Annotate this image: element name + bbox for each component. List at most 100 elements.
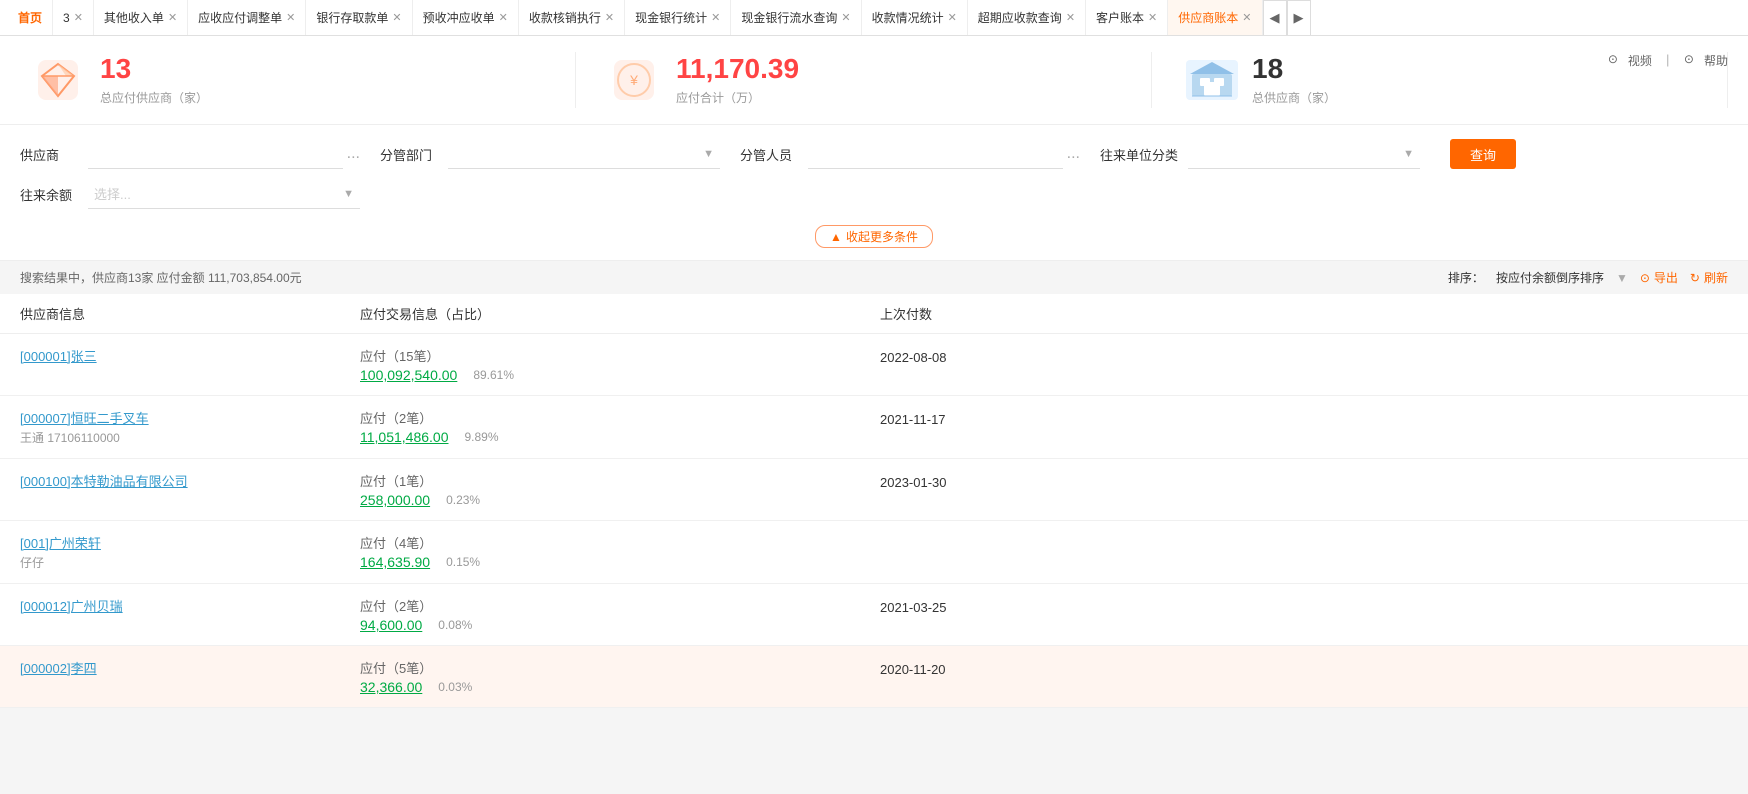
person-input[interactable] bbox=[808, 139, 1063, 169]
video-link[interactable]: 视频 bbox=[1628, 52, 1652, 69]
nav-tab-receipt-stat[interactable]: 收款情况统计 ✕ bbox=[862, 0, 968, 36]
nav-tab-prepay[interactable]: 预收冲应收单 ✕ bbox=[413, 0, 519, 36]
tab8-label: 现金银行流水查询 bbox=[741, 9, 837, 26]
tab12-close[interactable]: ✕ bbox=[1242, 11, 1251, 24]
tab8-close[interactable]: ✕ bbox=[841, 11, 850, 24]
nav-tab-customer-ledger[interactable]: 客户账本 ✕ bbox=[1086, 0, 1168, 36]
dept-label: 分管部门 bbox=[380, 145, 440, 164]
total-suppliers-icon bbox=[1182, 52, 1238, 108]
card2-number: 11,170.39 bbox=[676, 54, 799, 85]
supplier-link[interactable]: [000002]李四 bbox=[20, 661, 97, 676]
nav-prev-arrow[interactable]: ◀ bbox=[1263, 0, 1287, 36]
nav-tab-overdue[interactable]: 超期应收款查询 ✕ bbox=[968, 0, 1086, 36]
nav-tab-collection[interactable]: 收款核销执行 ✕ bbox=[519, 0, 625, 36]
tab1-close[interactable]: ✕ bbox=[74, 11, 83, 24]
table-row: [000007]恒旺二手叉车 王通 17106110000 应付（2笔） 11,… bbox=[0, 396, 1748, 459]
category-select[interactable]: ▼ bbox=[1188, 139, 1420, 169]
payable-suppliers-icon bbox=[30, 52, 86, 108]
collapse-button[interactable]: ▲ 收起更多条件 bbox=[815, 225, 933, 248]
filter-person: 分管人员 ... bbox=[740, 139, 1080, 169]
tab2-close[interactable]: ✕ bbox=[168, 11, 177, 24]
summary-card-payable-suppliers: 13 总应付供应商（家） bbox=[20, 52, 576, 108]
trade-percent: 0.23% bbox=[446, 493, 480, 507]
trade-amount[interactable]: 164,635.90 bbox=[360, 554, 430, 570]
trade-info-cell: 应付（4笔） 164,635.90 0.15% bbox=[360, 533, 880, 570]
nav-tab-cash-stat[interactable]: 现金银行统计 ✕ bbox=[625, 0, 731, 36]
tab7-close[interactable]: ✕ bbox=[711, 11, 720, 24]
supplier-input[interactable] bbox=[88, 139, 343, 169]
supplier-link[interactable]: [001]广州荣轩 bbox=[20, 536, 101, 551]
trade-amount[interactable]: 258,000.00 bbox=[360, 492, 430, 508]
filter-category: 往来单位分类 ▼ bbox=[1100, 139, 1420, 169]
card3-label: 总供应商（家） bbox=[1252, 89, 1336, 106]
category-label: 往来单位分类 bbox=[1100, 145, 1180, 164]
dept-select[interactable]: ▼ bbox=[448, 139, 720, 169]
nav-tab-adjust[interactable]: 应收应付调整单 ✕ bbox=[188, 0, 306, 36]
top-right-links: ⊙ 视频 ｜ ⊙ 帮助 bbox=[1608, 52, 1728, 69]
query-button[interactable]: 查询 bbox=[1450, 139, 1516, 169]
help-icon: ⊙ bbox=[1684, 52, 1694, 69]
tab1-label: 3 bbox=[63, 11, 70, 25]
person-dots[interactable]: ... bbox=[1067, 145, 1080, 163]
tab11-label: 客户账本 bbox=[1096, 9, 1144, 26]
trade-row: 32,366.00 0.03% bbox=[360, 679, 880, 695]
header-trade: 应付交易信息（占比） bbox=[360, 304, 880, 323]
nav-tab-home[interactable]: 首页 bbox=[8, 0, 53, 36]
divider: ｜ bbox=[1662, 52, 1674, 69]
tab6-close[interactable]: ✕ bbox=[605, 11, 614, 24]
nav-tab-supplier-ledger[interactable]: 供应商账本 ✕ bbox=[1168, 0, 1262, 36]
balance-placeholder: 选择... bbox=[94, 184, 131, 203]
supplier-link[interactable]: [000001]张三 bbox=[20, 349, 97, 364]
supplier-label: 供应商 bbox=[20, 145, 80, 164]
trade-amount[interactable]: 100,092,540.00 bbox=[360, 367, 457, 383]
trade-amount[interactable]: 94,600.00 bbox=[360, 617, 422, 633]
supplier-dots[interactable]: ... bbox=[347, 145, 360, 163]
tab5-close[interactable]: ✕ bbox=[499, 11, 508, 24]
collapse-section: ▲ 收起更多条件 bbox=[20, 219, 1728, 250]
tab11-close[interactable]: ✕ bbox=[1148, 11, 1157, 24]
nav-next-arrow[interactable]: ▶ bbox=[1287, 0, 1311, 36]
sort-label: 排序： bbox=[1448, 269, 1484, 286]
refresh-button[interactable]: ↻ 刷新 bbox=[1690, 269, 1728, 286]
export-button[interactable]: ⊙ 导出 bbox=[1640, 269, 1678, 286]
table-row: [001]广州荣轩 仔仔 应付（4笔） 164,635.90 0.15% bbox=[0, 521, 1748, 584]
sort-select[interactable]: 按应付余额倒序排序 bbox=[1496, 269, 1604, 286]
nav-tab-bank[interactable]: 银行存取款单 ✕ bbox=[306, 0, 412, 36]
supplier-link[interactable]: [000007]恒旺二手叉车 bbox=[20, 411, 149, 426]
tab3-close[interactable]: ✕ bbox=[286, 11, 295, 24]
table-row: [000002]李四 应付（5笔） 32,366.00 0.03% 2020-1… bbox=[0, 646, 1748, 708]
trade-percent: 0.03% bbox=[438, 680, 472, 694]
nav-tab-1[interactable]: 3 ✕ bbox=[53, 0, 94, 36]
nav-tab-cash-flow[interactable]: 现金银行流水查询 ✕ bbox=[731, 0, 861, 36]
trade-amount[interactable]: 32,366.00 bbox=[360, 679, 422, 695]
help-link[interactable]: 帮助 bbox=[1704, 52, 1728, 69]
card1-content: 13 总应付供应商（家） bbox=[100, 54, 208, 106]
last-pay-cell: 2023-01-30 bbox=[880, 471, 1728, 490]
trade-info-cell: 应付（2笔） 94,600.00 0.08% bbox=[360, 596, 880, 633]
balance-select[interactable]: 选择... ▼ bbox=[88, 179, 360, 209]
table-header: 供应商信息 应付交易信息（占比） 上次付数 bbox=[0, 294, 1748, 334]
tab10-close[interactable]: ✕ bbox=[1066, 11, 1075, 24]
trade-label: 应付（15笔） bbox=[360, 346, 880, 365]
trade-row: 11,051,486.00 9.89% bbox=[360, 429, 880, 445]
supplier-link[interactable]: [000100]本特勒油品有限公司 bbox=[20, 474, 188, 489]
trade-row: 258,000.00 0.23% bbox=[360, 492, 880, 508]
trade-label: 应付（5笔） bbox=[360, 658, 880, 677]
supplier-info-cell: [000002]李四 bbox=[20, 658, 360, 677]
tab4-close[interactable]: ✕ bbox=[392, 11, 401, 24]
supplier-link[interactable]: [000012]广州贝瑞 bbox=[20, 599, 123, 614]
card3-content: 18 总供应商（家） bbox=[1252, 54, 1336, 106]
last-pay-cell: 2022-08-08 bbox=[880, 346, 1728, 365]
collapse-icon: ▲ bbox=[830, 230, 842, 244]
summary-card-total-payable: ¥ 11,170.39 应付合计（万） bbox=[576, 52, 1152, 108]
nav-tab-other-income[interactable]: 其他收入单 ✕ bbox=[94, 0, 188, 36]
card1-number: 13 bbox=[100, 54, 208, 85]
refresh-label: 刷新 bbox=[1704, 269, 1728, 286]
trade-info-cell: 应付（2笔） 11,051,486.00 9.89% bbox=[360, 408, 880, 445]
trade-info-cell: 应付（5笔） 32,366.00 0.03% bbox=[360, 658, 880, 695]
tab9-close[interactable]: ✕ bbox=[948, 11, 957, 24]
card2-content: 11,170.39 应付合计（万） bbox=[676, 54, 799, 106]
last-pay-date: 2021-11-17 bbox=[880, 408, 1728, 427]
trade-amount[interactable]: 11,051,486.00 bbox=[360, 429, 449, 445]
trade-label: 应付（2笔） bbox=[360, 408, 880, 427]
